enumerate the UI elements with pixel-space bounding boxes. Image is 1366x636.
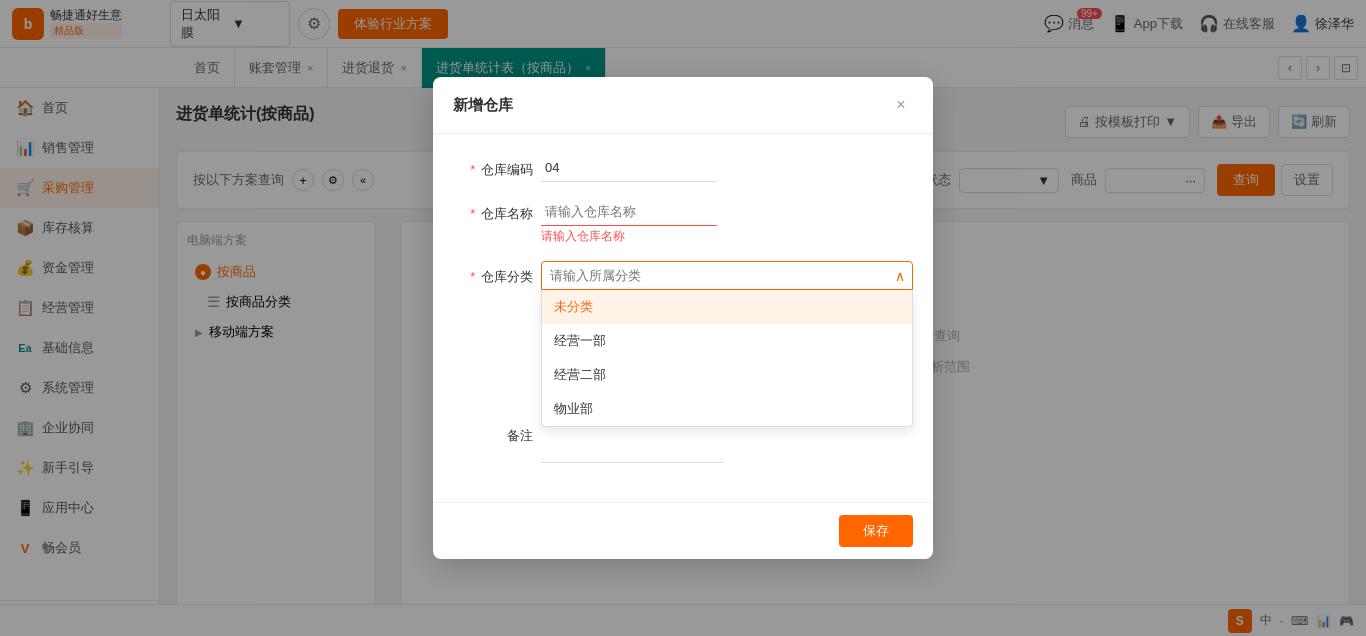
category-input[interactable]: [541, 261, 913, 290]
dialog-footer: 保存: [433, 502, 933, 559]
name-row: * 仓库名称 请输入仓库名称: [453, 198, 913, 245]
notes-label: 备注: [453, 420, 533, 445]
modal-overlay: 新增仓库 × * 仓库编码 * 仓库名称: [0, 0, 1366, 636]
add-warehouse-dialog: 新增仓库 × * 仓库编码 * 仓库名称: [433, 77, 933, 559]
dropdown-item-uncategorized[interactable]: 未分类: [542, 290, 912, 324]
name-input-wrap: 请输入仓库名称: [541, 198, 913, 245]
code-input[interactable]: [541, 154, 717, 182]
dialog-title: 新增仓库: [453, 96, 513, 115]
dropdown-item-dept2[interactable]: 经营二部: [542, 358, 912, 392]
category-row: * 仓库分类 ∧ 未分类 经营一部 经营二部 物业部: [453, 261, 913, 290]
name-input[interactable]: [541, 198, 717, 226]
name-label: * 仓库名称: [453, 198, 533, 223]
category-arrow-icon[interactable]: ∧: [895, 268, 905, 284]
name-error-msg: 请输入仓库名称: [541, 228, 913, 245]
dropdown-item-dept1[interactable]: 经营一部: [542, 324, 912, 358]
dialog-header: 新增仓库 ×: [433, 77, 933, 134]
dialog-body: * 仓库编码 * 仓库名称 请输入仓库名称: [433, 134, 933, 502]
code-row: * 仓库编码: [453, 154, 913, 182]
dropdown-item-dept3[interactable]: 物业部: [542, 392, 912, 426]
code-input-wrap: [541, 154, 913, 182]
category-input-wrap: ∧ 未分类 经营一部 经营二部 物业部: [541, 261, 913, 290]
save-button[interactable]: 保存: [839, 515, 913, 547]
code-label: * 仓库编码: [453, 154, 533, 179]
category-label: * 仓库分类: [453, 261, 533, 286]
dialog-close-button[interactable]: ×: [889, 93, 913, 117]
category-dropdown: 未分类 经营一部 经营二部 物业部: [541, 290, 913, 427]
